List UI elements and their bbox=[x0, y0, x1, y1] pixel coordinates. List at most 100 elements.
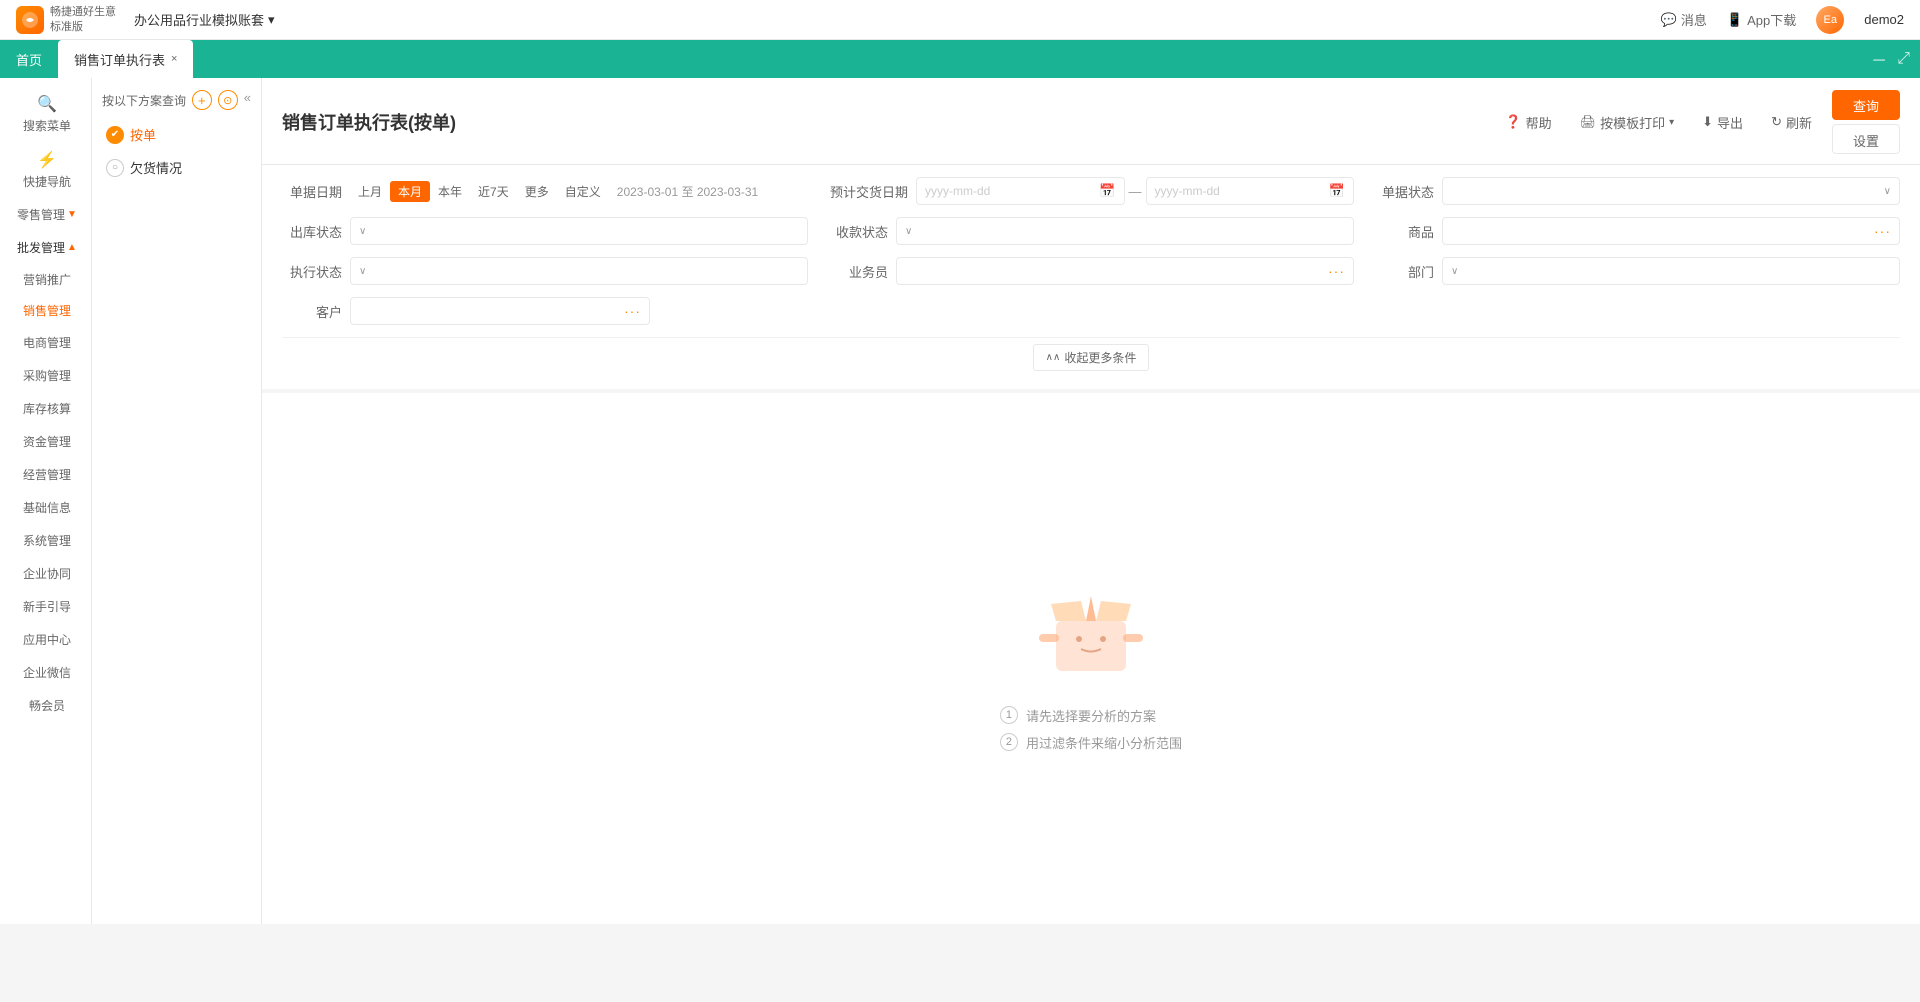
plan-label-shortage: 欠货情况 bbox=[130, 158, 182, 177]
payment-select[interactable]: ∨ bbox=[896, 217, 1354, 245]
sidebar-enterprise-label: 企业协同 bbox=[23, 565, 71, 582]
date-tab-lastmonth[interactable]: 上月 bbox=[350, 181, 390, 202]
execution-select[interactable]: ∨ bbox=[350, 257, 808, 285]
date-separator: — bbox=[1129, 184, 1142, 199]
add-plan-button[interactable]: + bbox=[192, 90, 212, 110]
filter-row-3: 执行状态 ∨ 业务员 ··· bbox=[282, 257, 1900, 285]
tab-active[interactable]: 销售订单执行表 × bbox=[58, 40, 193, 78]
salesperson-label: 业务员 bbox=[828, 262, 888, 281]
sidebar-item-ecommerce[interactable]: 电商管理 bbox=[0, 326, 91, 359]
forecast-start-placeholder: yyyy-mm-dd bbox=[925, 184, 990, 198]
customer-dots-icon: ··· bbox=[624, 303, 641, 319]
sidebar-item-basicinfo[interactable]: 基础信息 bbox=[0, 491, 91, 524]
delivery-select[interactable]: ∨ bbox=[350, 217, 808, 245]
status-arrow-icon: ∨ bbox=[1884, 186, 1891, 197]
forecast-label: 预计交货日期 bbox=[828, 182, 908, 201]
sidebar-item-appstore[interactable]: 应用中心 bbox=[0, 623, 91, 656]
goods-label: 商品 bbox=[1374, 222, 1434, 241]
hint-text-2: 用过滤条件来缩小分析范围 bbox=[1026, 733, 1182, 752]
logo-icon bbox=[16, 6, 44, 34]
sidebar-item-enterprise[interactable]: 企业协同 bbox=[0, 557, 91, 590]
dept-arrow-icon: ∨ bbox=[1451, 266, 1458, 277]
sidebar-item-system[interactable]: 系统管理 bbox=[0, 524, 91, 557]
refresh-button[interactable]: ↻ 刷新 bbox=[1763, 109, 1820, 136]
sidebar-item-marketing[interactable]: 营销推广 bbox=[0, 264, 91, 295]
top-header: 畅捷通好生意 标准版 办公用品行业模拟账套 ▾ 💬 消息 📱 App下载 Ea … bbox=[0, 0, 1920, 40]
customer-input[interactable]: ··· bbox=[350, 297, 650, 325]
collapse-up-icon: ∧∧ bbox=[1046, 352, 1061, 363]
sidebar-item-sales[interactable]: 销售管理 bbox=[0, 295, 91, 326]
sidebar-ecommerce-label: 电商管理 bbox=[23, 334, 71, 351]
sidebar-item-purchase[interactable]: 采购管理 bbox=[0, 359, 91, 392]
plan-item-andan[interactable]: ✔ 按单 bbox=[92, 118, 261, 151]
plan-item-shortage[interactable]: ○ 欠货情况 bbox=[92, 151, 261, 184]
goods-input[interactable]: ··· bbox=[1442, 217, 1900, 245]
sidebar-item-wechat[interactable]: 企业微信 bbox=[0, 656, 91, 689]
tab-close-icon[interactable]: × bbox=[171, 53, 177, 65]
tab-maximize-icon[interactable]: ⤢ bbox=[1897, 50, 1910, 68]
dept-select[interactable]: ∨ bbox=[1442, 257, 1900, 285]
left-panel-header: 按以下方案查询 + ⊙ « bbox=[92, 90, 261, 118]
sidebar-item-wholesale[interactable]: 批发管理 ▲ bbox=[0, 231, 91, 264]
sidebar-newbie-label: 新手引导 bbox=[23, 598, 71, 615]
payment-label: 收款状态 bbox=[828, 222, 888, 241]
quicknav-icon: ⚡ bbox=[37, 150, 57, 170]
app-selector-arrow: ▾ bbox=[268, 12, 275, 28]
help-button[interactable]: ❓ 帮助 bbox=[1497, 109, 1559, 136]
tab-home[interactable]: 首页 bbox=[0, 40, 58, 78]
sidebar-item-retail[interactable]: 零售管理 ▼ bbox=[0, 198, 91, 231]
setting-button[interactable]: 设置 bbox=[1832, 124, 1900, 154]
content-layout: 按以下方案查询 + ⊙ « ✔ 按单 bbox=[92, 78, 1920, 924]
download-action[interactable]: 📱 App下载 bbox=[1727, 10, 1796, 29]
dept-label: 部门 bbox=[1374, 262, 1434, 281]
sidebar-item-operations[interactable]: 经营管理 bbox=[0, 458, 91, 491]
query-button[interactable]: 查询 bbox=[1832, 90, 1900, 120]
page-header-actions: ❓ 帮助 🖨 按模板打印 ▾ ⬇ 导出 bbox=[1497, 90, 1900, 154]
tab-minimize-icon[interactable]: － bbox=[1871, 47, 1887, 71]
hint-text-1: 请先选择要分析的方案 bbox=[1026, 706, 1156, 725]
tab-bar: 首页 销售订单执行表 × － ⤢ bbox=[0, 40, 1920, 78]
app-selector[interactable]: 办公用品行业模拟账套 ▾ bbox=[134, 10, 275, 29]
print-button[interactable]: 🖨 按模板打印 ▾ bbox=[1572, 109, 1683, 136]
date-tab-thismonth[interactable]: 本月 bbox=[390, 181, 430, 202]
message-action[interactable]: 💬 消息 bbox=[1661, 10, 1707, 29]
user-name[interactable]: demo2 bbox=[1864, 12, 1904, 27]
sidebar-item-finance[interactable]: 资金管理 bbox=[0, 425, 91, 458]
sidebar: 🔍 搜索菜单 ⚡ 快捷导航 零售管理 ▼ 批发管理 ▲ 营销推广 销售管理 电商… bbox=[0, 78, 92, 924]
filter-row-4: 客户 ··· bbox=[282, 297, 1900, 325]
sidebar-item-quicknav[interactable]: ⚡ 快捷导航 bbox=[0, 142, 91, 198]
logo-area: 畅捷通好生意 标准版 bbox=[16, 5, 116, 34]
delivery-arrow-icon: ∨ bbox=[359, 226, 366, 237]
date-tab-custom[interactable]: 自定义 bbox=[557, 181, 609, 202]
date-tab-more[interactable]: 更多 bbox=[517, 181, 557, 202]
sidebar-item-newbie[interactable]: 新手引导 bbox=[0, 590, 91, 623]
sidebar-appstore-label: 应用中心 bbox=[23, 631, 71, 648]
forecast-start-calendar-icon: 📅 bbox=[1099, 183, 1115, 199]
sidebar-inventory-label: 库存核算 bbox=[23, 400, 71, 417]
date-tab-7days[interactable]: 近7天 bbox=[470, 181, 517, 202]
logo-text: 畅捷通好生意 标准版 bbox=[50, 5, 116, 34]
collapse-button[interactable]: ∧∧ 收起更多条件 bbox=[1033, 344, 1150, 371]
collapse-panel-button[interactable]: « bbox=[244, 90, 251, 110]
date-tabs: 上月 本月 本年 近7天 更多 自定义 bbox=[350, 181, 609, 202]
tab-active-label: 销售订单执行表 bbox=[74, 50, 165, 69]
edit-plan-button[interactable]: ⊙ bbox=[218, 90, 238, 110]
tab-home-label: 首页 bbox=[16, 50, 42, 69]
sidebar-item-member[interactable]: 畅会员 bbox=[0, 689, 91, 722]
sidebar-item-search[interactable]: 🔍 搜索菜单 bbox=[0, 86, 91, 142]
forecast-date-start[interactable]: yyyy-mm-dd 📅 bbox=[916, 177, 1125, 205]
empty-illustration bbox=[1031, 566, 1151, 686]
empty-hint-2: 2 用过滤条件来缩小分析范围 bbox=[1000, 733, 1182, 752]
tab-bar-right: － ⤢ bbox=[1871, 47, 1920, 71]
salesperson-input[interactable]: ··· bbox=[896, 257, 1354, 285]
sidebar-item-inventory[interactable]: 库存核算 bbox=[0, 392, 91, 425]
left-panel-title: 按以下方案查询 bbox=[102, 92, 186, 109]
status-select[interactable]: ∨ bbox=[1442, 177, 1900, 205]
forecast-date-end[interactable]: yyyy-mm-dd 📅 bbox=[1146, 177, 1355, 205]
app-selector-label: 办公用品行业模拟账套 bbox=[134, 10, 264, 29]
empty-state: 1 请先选择要分析的方案 2 用过滤条件来缩小分析范围 bbox=[262, 393, 1920, 924]
date-tab-thisyear[interactable]: 本年 bbox=[430, 181, 470, 202]
user-avatar[interactable]: Ea bbox=[1816, 6, 1844, 34]
export-button[interactable]: ⬇ 导出 bbox=[1694, 109, 1751, 136]
date-range-display: 2023-03-01 至 2023-03-31 bbox=[617, 183, 758, 200]
